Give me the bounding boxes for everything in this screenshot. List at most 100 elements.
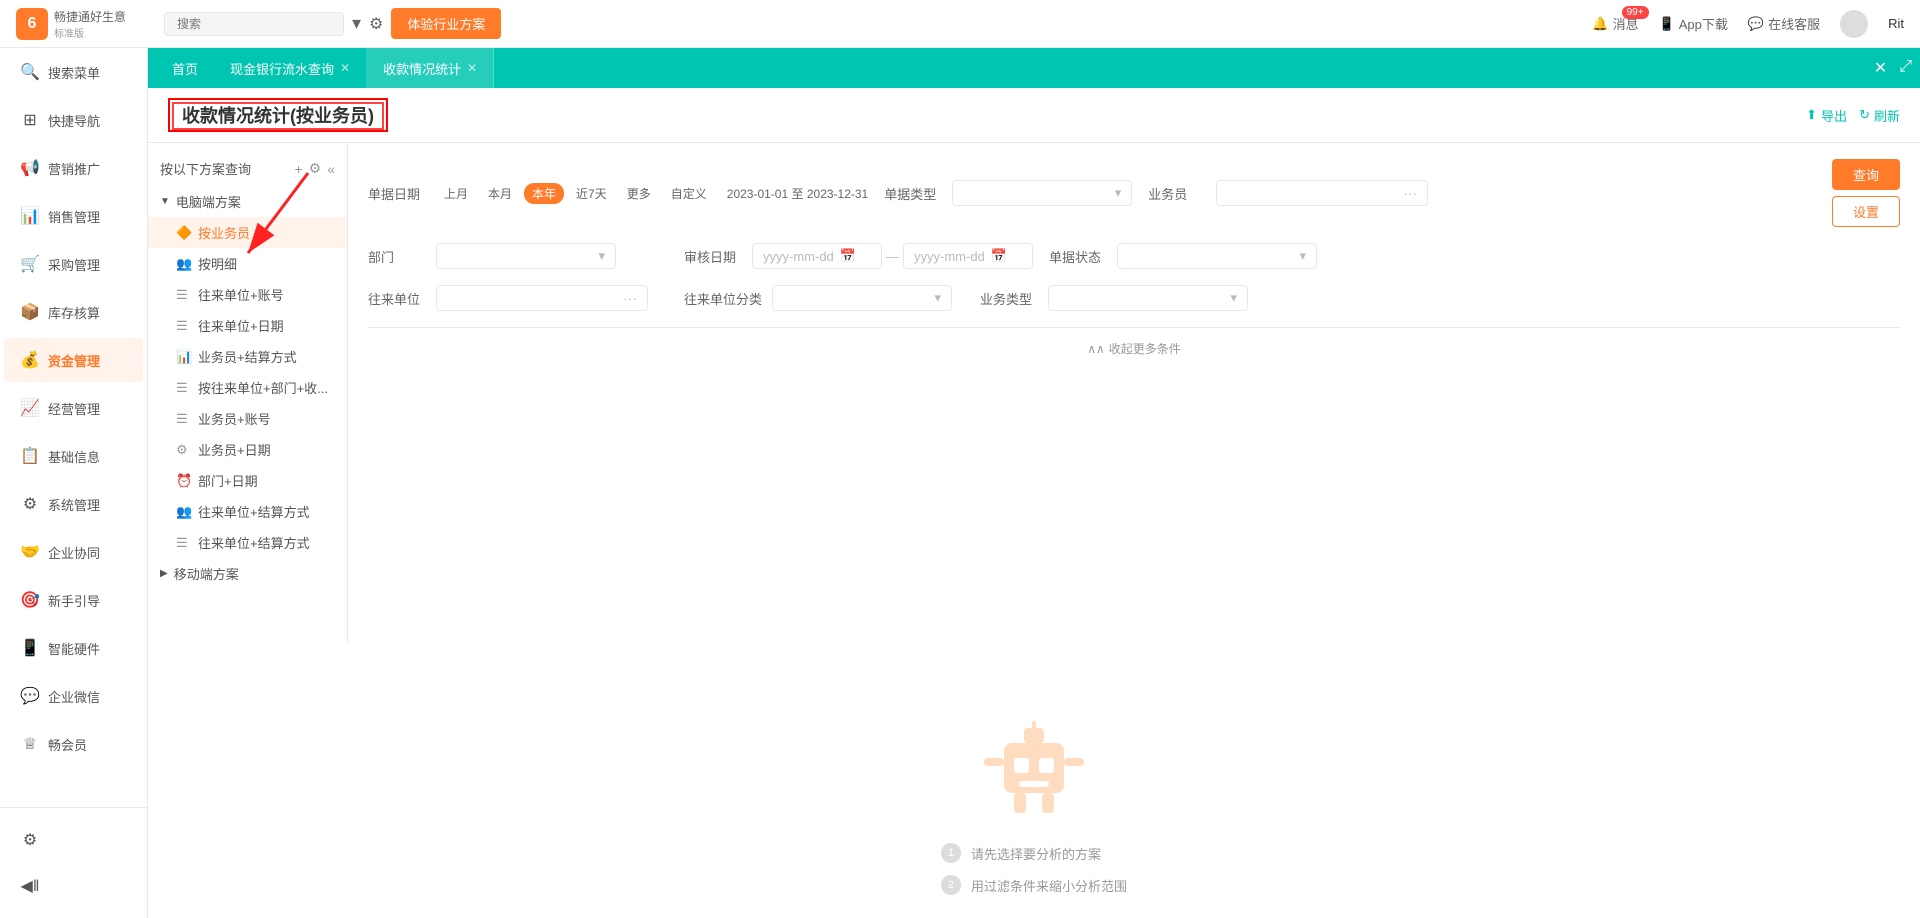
date-tab-this-year[interactable]: 本年 — [524, 183, 564, 204]
scheme-item-unit-date[interactable]: ☰ 往来单位+日期 — [148, 310, 347, 341]
date-tab-more[interactable]: 更多 — [619, 183, 659, 204]
finance-icon: 💰 — [20, 350, 40, 370]
counterparty-input[interactable] — [447, 291, 623, 306]
notification-area[interactable]: 🔔 消息 99+ — [1592, 14, 1638, 33]
scheme-group-desktop: ▼ 电脑端方案 🔶 按业务员 👥 按明细 ☰ — [148, 186, 347, 558]
date-tab-7-days[interactable]: 近7天 — [568, 183, 615, 204]
scheme-item-detail[interactable]: 👥 按明细 — [148, 248, 347, 279]
app-download-label: App下载 — [1679, 14, 1728, 33]
date-filter-control: 上月 本月 本年 近7天 更多 自定义 2023-01-01 至 — [436, 183, 868, 204]
header-gear-icon[interactable]: ⚙ — [369, 14, 383, 34]
filter-settings-button[interactable]: 设置 — [1832, 196, 1900, 227]
sidebar-item-quick-nav[interactable]: ⊞ 快捷导航 — [4, 98, 143, 142]
sidebar-item-guide[interactable]: 🎯 新手引导 — [4, 578, 143, 622]
sidebar-item-member[interactable]: ♕ 畅会员 — [4, 722, 143, 766]
doc-status-select[interactable]: ▾ — [1117, 243, 1317, 269]
calendar-to-icon[interactable]: 📅 — [991, 248, 1007, 264]
scheme-item-dept-date[interactable]: ⏰ 部门+日期 — [148, 465, 347, 496]
counterparty-more-icon[interactable]: ··· — [623, 290, 637, 306]
tab-bank-flow-close-icon[interactable]: ✕ — [340, 61, 350, 75]
tab-home[interactable]: 首页 — [156, 59, 214, 78]
wechat-icon: 💬 — [20, 686, 40, 706]
scheme-unit-account-icon: ☰ — [176, 287, 192, 303]
tab-collection-stats-close-icon[interactable]: ✕ — [467, 61, 477, 75]
scheme-salesman-account-label: 业务员+账号 — [198, 409, 271, 428]
sidebar-hardware-label: 智能硬件 — [48, 639, 100, 658]
tab-collection-stats[interactable]: 收款情况统计 ✕ — [367, 48, 494, 88]
scheme-settings-icon[interactable]: ⚙ — [309, 160, 322, 177]
sidebar-settings[interactable]: ⚙ — [4, 818, 143, 862]
purchase-icon: 🛒 — [20, 254, 40, 274]
scheme-item-salesman-account[interactable]: ☰ 业务员+账号 — [148, 403, 347, 434]
scheme-collapse-icon[interactable]: « — [327, 161, 335, 177]
filter-dept-item: 部门 ▾ — [368, 243, 668, 269]
tab-maximize-icon[interactable]: ⤢ — [1899, 58, 1912, 78]
filter-biz-type-item: 业务类型 ▾ — [980, 285, 1260, 311]
counterparty-category-select[interactable]: ▾ — [772, 285, 952, 311]
scheme-dept-date-label: 部门+日期 — [198, 471, 258, 490]
scheme-item-unit-dept[interactable]: ☰ 按往来单位+部门+收... — [148, 372, 347, 403]
review-date-from-input[interactable]: yyyy-mm-dd 📅 — [752, 243, 882, 269]
scheme-add-icon[interactable]: + — [294, 161, 302, 177]
dept-select[interactable]: ▾ — [436, 243, 616, 269]
sidebar-item-wechat[interactable]: 💬 企业微信 — [4, 674, 143, 718]
sidebar-collapse[interactable]: ◀‖ — [4, 864, 143, 908]
scheme-detail-label: 按明细 — [198, 254, 237, 273]
scheme-group-desktop-title[interactable]: ▼ 电脑端方案 — [148, 186, 347, 217]
trial-button[interactable]: 体验行业方案 — [391, 8, 501, 39]
scheme-item-salesman-date[interactable]: ⚙ 业务员+日期 — [148, 434, 347, 465]
scheme-group-mobile: ▶ 移动端方案 — [148, 558, 347, 589]
scheme-unit-settlement2-icon: ☰ — [176, 535, 192, 551]
scheme-item-salesman-settlement[interactable]: 📊 业务员+结算方式 — [148, 341, 347, 372]
sidebar-item-marketing[interactable]: 📢 营销推广 — [4, 146, 143, 190]
page-title: 收款情况统计(按业务员) — [172, 102, 384, 130]
sidebar-item-hardware[interactable]: 📱 智能硬件 — [4, 626, 143, 670]
scheme-item-unit-settlement2[interactable]: ☰ 往来单位+结算方式 — [148, 527, 347, 558]
filter-counterparty-category-item: 往来单位分类 ▾ — [684, 285, 964, 311]
sidebar-item-search[interactable]: 🔍 搜索菜单 — [4, 50, 143, 94]
collapse-button[interactable]: ∧∧ 收起更多条件 — [1087, 340, 1181, 357]
export-icon: ⬆ — [1806, 107, 1817, 123]
biz-type-select[interactable]: ▾ — [1048, 285, 1248, 311]
sidebar-item-system[interactable]: ⚙ 系统管理 — [4, 482, 143, 526]
export-button[interactable]: ⬆ 导出 — [1806, 106, 1847, 125]
header-right: 🔔 消息 99+ 📱 App下载 💬 在线客服 Rit — [1592, 10, 1904, 38]
online-service[interactable]: 💬 在线客服 — [1748, 14, 1820, 33]
sidebar-item-sales[interactable]: 📊 销售管理 — [4, 194, 143, 238]
sidebar-item-finance[interactable]: 💰 资金管理 — [4, 338, 143, 382]
scheme-unit-date-label: 往来单位+日期 — [198, 316, 284, 335]
review-date-to-value: yyyy-mm-dd — [914, 249, 985, 264]
sidebar-item-purchase[interactable]: 🛒 采购管理 — [4, 242, 143, 286]
sidebar-item-operations[interactable]: 📈 经营管理 — [4, 386, 143, 430]
sidebar-item-enterprise[interactable]: 🤝 企业协同 — [4, 530, 143, 574]
scheme-unit-account-label: 往来单位+账号 — [198, 285, 284, 304]
date-range-display: 2023-01-01 至 2023-12-31 — [727, 185, 868, 202]
header-search-input[interactable] — [164, 12, 344, 36]
sidebar-item-inventory[interactable]: 📦 库存核算 — [4, 290, 143, 334]
header-dropdown-icon[interactable]: ▾ — [352, 13, 361, 34]
empty-step-1: 1 请先选择要分析的方案 — [941, 843, 1127, 863]
action-buttons: 查询 设置 — [1832, 159, 1900, 227]
date-tab-custom[interactable]: 自定义 — [663, 183, 715, 204]
app-download[interactable]: 📱 App下载 — [1659, 14, 1728, 33]
salesman-input[interactable] — [1227, 186, 1403, 201]
counterparty-input-area: ··· — [436, 285, 648, 311]
scheme-item-salesman[interactable]: 🔶 按业务员 — [148, 217, 347, 248]
scheme-item-unit-settlement1[interactable]: 👥 往来单位+结算方式 — [148, 496, 347, 527]
refresh-button[interactable]: ↻ 刷新 — [1859, 106, 1900, 125]
review-date-to-input[interactable]: yyyy-mm-dd 📅 — [903, 243, 1033, 269]
calendar-from-icon[interactable]: 📅 — [840, 248, 856, 264]
scheme-item-unit-account[interactable]: ☰ 往来单位+账号 — [148, 279, 347, 310]
salesman-more-icon[interactable]: ··· — [1403, 185, 1417, 201]
tab-close-all-icon[interactable]: ✕ — [1874, 58, 1887, 78]
sidebar-purchase-label: 采购管理 — [48, 255, 100, 274]
scheme-group-mobile-title[interactable]: ▶ 移动端方案 — [148, 558, 347, 589]
query-button[interactable]: 查询 — [1832, 159, 1900, 190]
date-tab-last-month[interactable]: 上月 — [436, 183, 476, 204]
header-nav: ▾ ⚙ 体验行业方案 — [164, 8, 1592, 39]
date-tab-this-month[interactable]: 本月 — [480, 183, 520, 204]
doc-type-select[interactable]: ▾ — [952, 180, 1132, 206]
user-avatar[interactable] — [1840, 10, 1868, 38]
tab-bank-flow[interactable]: 现金银行流水查询 ✕ — [214, 48, 367, 88]
sidebar-item-basic-info[interactable]: 📋 基础信息 — [4, 434, 143, 478]
